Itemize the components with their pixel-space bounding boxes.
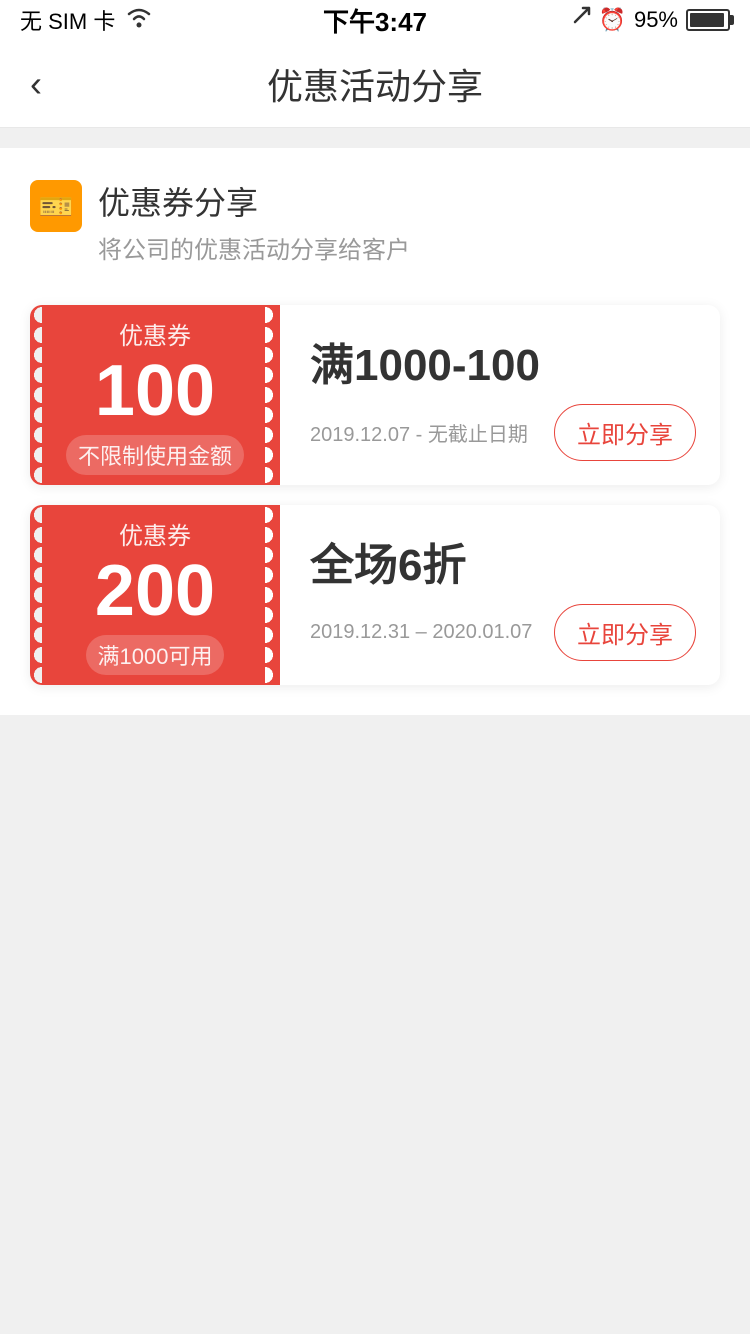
share-button-2[interactable]: 立即分享	[554, 604, 696, 661]
coupon-list: 优惠券 100 不限制使用金额 满1000-100 2019.12.07 - 无…	[0, 285, 750, 715]
bottom-empty-area	[0, 715, 750, 1315]
alarm-icon: ⏰	[599, 7, 626, 33]
section-title: 优惠券分享	[98, 178, 410, 224]
coupon-amount-2: 200	[95, 555, 215, 627]
section-text: 优惠券分享 将公司的优惠活动分享给客户	[98, 178, 410, 265]
location-icon	[573, 6, 591, 34]
coupon-amount-1: 100	[95, 355, 215, 427]
coupon-label-2: 优惠券	[119, 516, 191, 551]
coupon-left-1: 优惠券 100 不限制使用金额	[30, 305, 280, 485]
coupon-bottom-1: 2019.12.07 - 无截止日期 立即分享	[310, 404, 696, 461]
section-header: 🎫 优惠券分享 将公司的优惠活动分享给客户	[0, 148, 750, 285]
coupon-bottom-2: 2019.12.31 – 2020.01.07 立即分享	[310, 604, 696, 661]
section-subtitle: 将公司的优惠活动分享给客户	[98, 230, 410, 265]
coupon-title-1: 满1000-100	[310, 329, 696, 393]
status-right: ⏰ 95%	[573, 6, 730, 34]
status-bar: 无 SIM 卡 下午3:47 ⏰ 95%	[0, 0, 750, 40]
coupon-left-2: 优惠券 200 满1000可用	[30, 505, 280, 685]
coupon-date-1: 2019.12.07 - 无截止日期	[310, 418, 528, 447]
battery-percentage: 95%	[634, 7, 678, 33]
status-time: 下午3:47	[323, 2, 427, 39]
carrier-text: 无 SIM 卡	[20, 4, 115, 36]
section-icon: 🎫	[30, 180, 82, 232]
wifi-icon	[125, 6, 153, 34]
coupon-label-1: 优惠券	[119, 316, 191, 351]
coupon-condition-2: 满1000可用	[86, 635, 225, 675]
page-title: 优惠活动分享	[267, 58, 483, 110]
status-left: 无 SIM 卡	[20, 4, 153, 36]
coupon-right-1: 满1000-100 2019.12.07 - 无截止日期 立即分享	[280, 305, 720, 485]
coupon-title-2: 全场6折	[310, 529, 696, 593]
share-button-1[interactable]: 立即分享	[554, 404, 696, 461]
coupon-card-2: 优惠券 200 满1000可用 全场6折 2019.12.31 – 2020.0…	[30, 505, 720, 685]
coupon-date-2: 2019.12.31 – 2020.01.07	[310, 621, 532, 644]
battery-icon	[686, 9, 730, 31]
nav-bar: ‹ 优惠活动分享	[0, 40, 750, 128]
back-button[interactable]: ‹	[30, 63, 42, 105]
coupon-right-2: 全场6折 2019.12.31 – 2020.01.07 立即分享	[280, 505, 720, 685]
coupon-condition-1: 不限制使用金额	[66, 435, 244, 475]
coupon-card-1: 优惠券 100 不限制使用金额 满1000-100 2019.12.07 - 无…	[30, 305, 720, 485]
